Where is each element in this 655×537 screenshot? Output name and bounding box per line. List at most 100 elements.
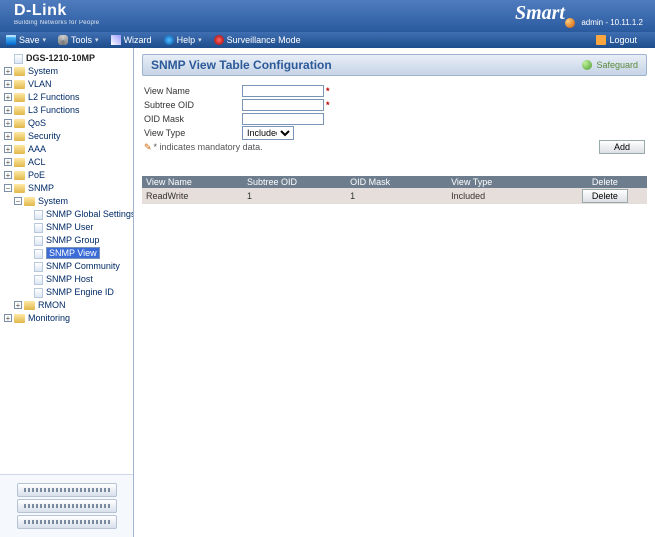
tree-system[interactable]: System — [28, 66, 58, 76]
menu-surveillance-label: Surveillance Mode — [227, 35, 301, 45]
oid-mask-input[interactable] — [242, 113, 324, 125]
disk-icon — [6, 35, 16, 45]
tree-aaa[interactable]: AAA — [28, 144, 46, 154]
page-icon — [34, 288, 43, 298]
safeguard-badge: Safeguard — [582, 60, 638, 70]
menu-tools-label: Tools — [71, 35, 92, 45]
view-name-input[interactable] — [242, 85, 324, 97]
view-table: View Name Subtree OID OID Mask View Type… — [142, 176, 647, 204]
brand-tagline: Building Networks for People — [14, 20, 99, 26]
tree-l2[interactable]: L2 Functions — [28, 92, 80, 102]
tree-qos[interactable]: QoS — [28, 118, 46, 128]
folder-icon — [14, 314, 25, 323]
expand-icon[interactable]: + — [4, 158, 12, 166]
config-form: View Name * Subtree OID * OID Mask View … — [142, 76, 647, 158]
safeguard-icon — [582, 60, 592, 70]
expand-icon[interactable]: + — [4, 93, 12, 101]
expand-icon[interactable]: + — [4, 80, 12, 88]
page-icon — [34, 249, 43, 259]
user-info: admin - 10.11.1.2 — [565, 18, 643, 28]
chevron-down-icon: ▾ — [43, 36, 47, 44]
cell-view-type: Included — [447, 188, 563, 204]
main-panel: SNMP View Table Configuration Safeguard … — [134, 48, 655, 537]
folder-icon — [14, 145, 25, 154]
menu-wizard-label: Wizard — [124, 35, 152, 45]
expand-icon[interactable]: + — [4, 314, 12, 322]
tree-snmp-view[interactable]: SNMP View — [46, 247, 100, 259]
smart-logo: Smart — [515, 2, 565, 25]
logout-icon — [596, 35, 606, 45]
tree-security[interactable]: Security — [28, 131, 61, 141]
expand-icon[interactable]: + — [4, 132, 12, 140]
tree-l3[interactable]: L3 Functions — [28, 105, 80, 115]
expand-icon[interactable]: + — [4, 171, 12, 179]
folder-icon — [14, 106, 25, 115]
required-icon: * — [326, 86, 330, 96]
chevron-down-icon: ▾ — [198, 36, 202, 44]
tree-monitoring[interactable]: Monitoring — [28, 313, 70, 323]
panel-title: SNMP View Table Configuration — [151, 58, 332, 72]
help-icon — [164, 35, 174, 45]
tree-snmp-system[interactable]: System — [38, 196, 68, 206]
tree-snmp-group[interactable]: SNMP Group — [46, 235, 99, 245]
menu-tools[interactable]: Tools▾ — [58, 35, 99, 45]
tree-snmp-community[interactable]: SNMP Community — [46, 261, 120, 271]
expand-icon[interactable]: + — [4, 106, 12, 114]
sidebar: DGS-1210-10MP + System + VLAN + L2 Function… — [0, 48, 134, 537]
mandatory-text: * indicates mandatory data. — [154, 142, 263, 152]
folder-icon — [24, 197, 35, 206]
tree-snmp-host[interactable]: SNMP Host — [46, 274, 93, 284]
page-icon — [34, 223, 43, 233]
panel-title-bar: SNMP View Table Configuration Safeguard — [142, 54, 647, 76]
folder-icon — [24, 301, 35, 310]
col-subtree-oid: Subtree OID — [243, 176, 346, 188]
menu-surveillance[interactable]: Surveillance Mode — [214, 35, 301, 45]
cell-view-name: ReadWrite — [142, 188, 243, 204]
menu-help[interactable]: Help▾ — [164, 35, 202, 45]
page-icon — [34, 262, 43, 272]
brand-logo: D-Link Building Networks for People — [14, 2, 99, 26]
user-ip: 10.11.1.2 — [610, 18, 643, 27]
user-icon — [565, 18, 575, 28]
view-type-label: View Type — [144, 128, 242, 138]
tree-snmp-user[interactable]: SNMP User — [46, 222, 93, 232]
brand-main: D-Link — [14, 2, 99, 20]
tree-vlan[interactable]: VLAN — [28, 79, 52, 89]
tree-rmon[interactable]: RMON — [38, 300, 66, 310]
nav-tree: DGS-1210-10MP + System + VLAN + L2 Function… — [0, 48, 133, 329]
folder-icon — [14, 132, 25, 141]
pencil-icon: ✎ — [144, 142, 152, 152]
mandatory-note: ✎* indicates mandatory data. — [144, 142, 263, 154]
add-button[interactable]: Add — [599, 140, 645, 154]
subtree-oid-input[interactable] — [242, 99, 324, 111]
page-icon — [34, 210, 43, 220]
page-icon — [34, 275, 43, 285]
delete-button[interactable]: Delete — [582, 189, 628, 203]
tree-acl[interactable]: ACL — [28, 157, 46, 167]
menu-logout[interactable]: Logout — [596, 35, 637, 45]
expand-icon[interactable]: + — [4, 119, 12, 127]
expand-icon[interactable]: + — [4, 67, 12, 75]
col-delete: Delete — [563, 176, 647, 188]
cell-oid-mask: 1 — [346, 188, 447, 204]
expand-icon[interactable]: + — [14, 301, 22, 309]
tree-poe[interactable]: PoE — [28, 170, 45, 180]
menu-save-label: Save — [19, 35, 40, 45]
view-type-select[interactable]: Included — [242, 126, 294, 140]
collapse-icon[interactable]: − — [14, 197, 22, 205]
device-image — [17, 481, 117, 531]
tree-snmp[interactable]: SNMP — [28, 183, 54, 193]
cell-delete: Delete — [563, 188, 647, 204]
col-view-type: View Type — [447, 176, 563, 188]
tree-snmp-global[interactable]: SNMP Global Settings — [46, 209, 133, 219]
cell-subtree-oid: 1 — [243, 188, 346, 204]
tree-device[interactable]: DGS-1210-10MP — [26, 53, 95, 63]
expand-icon[interactable]: + — [4, 145, 12, 153]
menu-help-label: Help — [177, 35, 196, 45]
menu-save[interactable]: Save▾ — [6, 35, 46, 45]
menu-wizard[interactable]: Wizard — [111, 35, 152, 45]
folder-icon — [14, 119, 25, 128]
tree-snmp-engine[interactable]: SNMP Engine ID — [46, 287, 114, 297]
collapse-icon[interactable]: − — [4, 184, 12, 192]
wand-icon — [111, 35, 121, 45]
